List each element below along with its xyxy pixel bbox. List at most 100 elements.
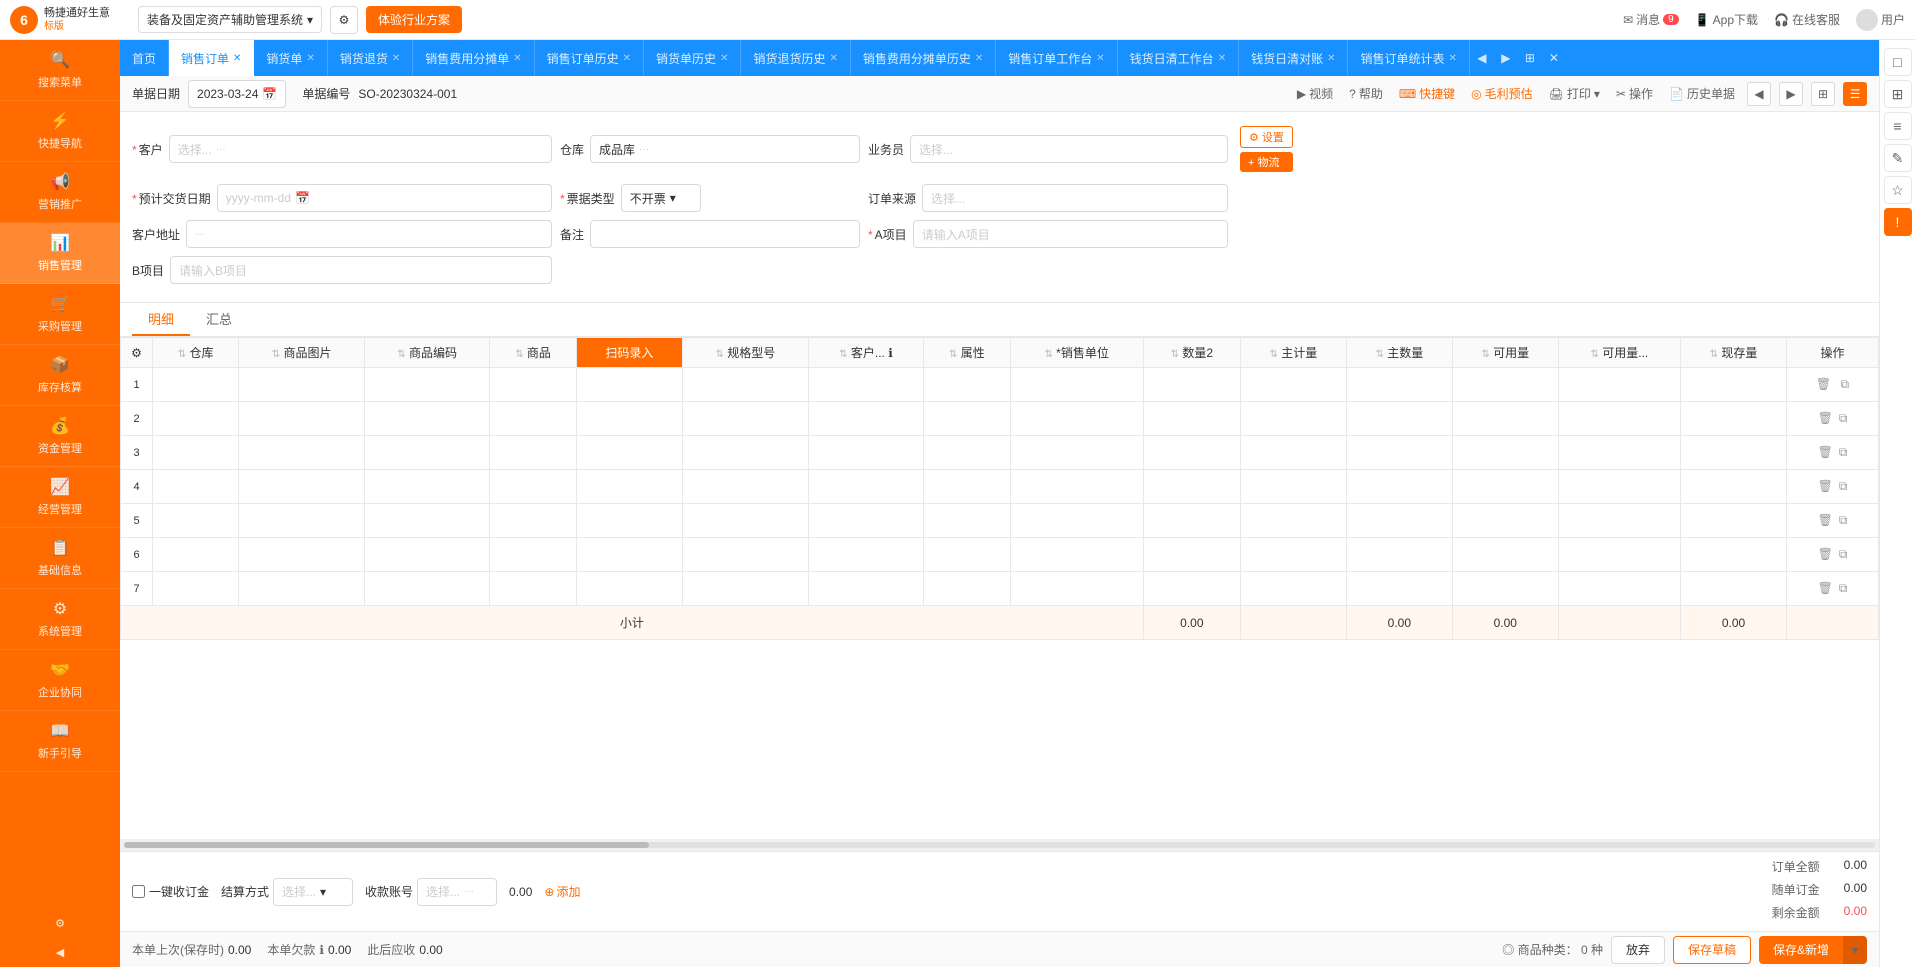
- th-unit[interactable]: ⇅ *销售单位: [1010, 338, 1143, 368]
- row-qty2-1[interactable]: [1143, 368, 1240, 402]
- delete-row-icon[interactable]: 🗑: [1816, 377, 1831, 391]
- tab-close-icon[interactable]: ✕: [1096, 53, 1104, 64]
- tab-close-icon[interactable]: ✕: [1218, 53, 1226, 64]
- row-image-1[interactable]: [239, 368, 365, 402]
- sidebar-item-inventory[interactable]: 📦 库存核算: [0, 345, 120, 406]
- tab-close-icon[interactable]: ✕: [623, 53, 631, 64]
- one-click-checkbox[interactable]: [132, 885, 145, 898]
- copy-row-icon[interactable]: ⧉: [1841, 377, 1850, 391]
- setup-button[interactable]: ⚙ 设置: [1240, 126, 1293, 148]
- th-scan[interactable]: 扫码录入: [576, 338, 682, 368]
- row-customer-code-1[interactable]: [808, 368, 924, 402]
- right-panel-icon-2[interactable]: ⊞: [1884, 80, 1912, 108]
- list-view-button[interactable]: ☰: [1843, 82, 1867, 106]
- tab-expand-button[interactable]: ⊞: [1518, 40, 1542, 76]
- th-qty2[interactable]: ⇅ 数量2: [1143, 338, 1240, 368]
- delete-row-icon[interactable]: 🗑: [1818, 445, 1833, 459]
- copy-row-icon[interactable]: ⧉: [1839, 411, 1848, 425]
- th-customer-code[interactable]: ⇅ 客户... ℹ: [808, 338, 924, 368]
- operation-button[interactable]: ✂ 操作: [1612, 83, 1657, 104]
- shortcut-button[interactable]: ⌨ 快捷键: [1395, 83, 1459, 104]
- tab-sales-order[interactable]: 销售订单 ✕: [169, 40, 254, 76]
- agent-input[interactable]: 选择...: [910, 135, 1228, 163]
- tab-fee-history[interactable]: 销售费用分摊单历史 ✕: [851, 40, 996, 76]
- tab-close-icon[interactable]: ✕: [513, 53, 521, 64]
- settings-button[interactable]: ⚙: [330, 6, 358, 34]
- print-button[interactable]: 🖨 打印 ▾: [1545, 83, 1604, 104]
- sidebar-item-search[interactable]: 🔍 搜索菜单: [0, 40, 120, 101]
- sidebar-item-purchase[interactable]: 🛒 采购管理: [0, 284, 120, 345]
- th-current[interactable]: ⇅ 现存量: [1681, 338, 1787, 368]
- sidebar-settings-button[interactable]: ⚙: [0, 909, 120, 938]
- copy-row-icon[interactable]: ⧉: [1839, 581, 1848, 595]
- save-new-arrow-button[interactable]: ▾: [1843, 936, 1867, 964]
- message-button[interactable]: ✉ 消息 9: [1623, 11, 1679, 28]
- right-panel-icon-4[interactable]: ✎: [1884, 144, 1912, 172]
- help-button[interactable]: ? 帮助: [1345, 83, 1387, 104]
- copy-row-icon[interactable]: ⧉: [1839, 547, 1848, 561]
- remarks-input[interactable]: [590, 220, 860, 248]
- tab-daily-reconciliation[interactable]: 钱货日清对账 ✕: [1239, 40, 1348, 76]
- sidebar-collapse-button[interactable]: ◀: [0, 938, 120, 967]
- th-main-qty[interactable]: ⇅ 主数量: [1346, 338, 1452, 368]
- tab-sales-fee[interactable]: 销售费用分摊单 ✕: [413, 40, 534, 76]
- delete-row-icon[interactable]: 🗑: [1818, 479, 1833, 493]
- save-new-button[interactable]: 保存&新增: [1759, 936, 1843, 964]
- right-panel-icon-1[interactable]: □: [1884, 48, 1912, 76]
- delete-row-icon[interactable]: 🗑: [1818, 513, 1833, 527]
- sidebar-item-finance[interactable]: 💰 资金管理: [0, 406, 120, 467]
- warehouse-input[interactable]: 成品库 ···: [590, 135, 860, 163]
- tab-close-icon[interactable]: ✕: [829, 53, 837, 64]
- row-unit-1[interactable]: [1010, 368, 1143, 402]
- th-main-unit[interactable]: ⇅ 主计量: [1240, 338, 1346, 368]
- tab-detail[interactable]: 明细: [132, 303, 190, 336]
- customer-address-input[interactable]: ···: [186, 220, 552, 248]
- tab-close-icon[interactable]: ✕: [1449, 53, 1457, 64]
- right-panel-icon-5[interactable]: ☆: [1884, 176, 1912, 204]
- delete-row-icon[interactable]: 🗑: [1818, 581, 1833, 595]
- invoice-select[interactable]: 不开票 ▾: [621, 184, 701, 212]
- sidebar-item-sales[interactable]: 📊 销售管理: [0, 223, 120, 284]
- row-main-unit-1[interactable]: [1240, 368, 1346, 402]
- add-payment-button[interactable]: ⊕ 添加: [544, 883, 580, 900]
- th-product-image[interactable]: ⇅ 商品图片: [239, 338, 365, 368]
- th-spec[interactable]: ⇅ 规格型号: [683, 338, 809, 368]
- one-click-checkbox-label[interactable]: 一键收订金: [132, 883, 209, 900]
- sidebar-item-system[interactable]: ⚙ 系统管理: [0, 589, 120, 650]
- tab-close-icon[interactable]: ✕: [1327, 53, 1335, 64]
- tab-sales-invoice[interactable]: 销货单 ✕: [254, 40, 327, 76]
- grid-view-button[interactable]: ⊞: [1811, 82, 1835, 106]
- industry-button[interactable]: 体验行业方案: [366, 6, 462, 33]
- row-warehouse-1[interactable]: [153, 368, 239, 402]
- save-draft-button[interactable]: 保存草稿: [1673, 936, 1751, 964]
- order-source-input[interactable]: 选择...: [922, 184, 1228, 212]
- account-select[interactable]: 选择... ···: [417, 878, 497, 906]
- delete-row-icon[interactable]: 🗑: [1818, 547, 1833, 561]
- row-available2-1[interactable]: [1558, 368, 1680, 402]
- th-attribute[interactable]: ⇅ 属性: [924, 338, 1010, 368]
- b-project-input[interactable]: 请输入B项目: [170, 256, 552, 284]
- copy-row-icon[interactable]: ⧉: [1839, 513, 1848, 527]
- sidebar-item-base-info[interactable]: 📋 基础信息: [0, 528, 120, 589]
- right-panel-icon-3[interactable]: ≡: [1884, 112, 1912, 140]
- th-settings[interactable]: ⚙: [121, 338, 153, 368]
- tab-invoice-history[interactable]: 销货单历史 ✕: [644, 40, 741, 76]
- row-current-1[interactable]: [1681, 368, 1787, 402]
- customer-input[interactable]: 选择... ···: [169, 135, 552, 163]
- row-attribute-1[interactable]: [924, 368, 1010, 402]
- row-available-1[interactable]: [1452, 368, 1558, 402]
- profit-button[interactable]: ◎ 毛利预估: [1467, 83, 1537, 104]
- user-menu[interactable]: 用户: [1856, 9, 1905, 31]
- delivery-date-input[interactable]: yyyy-mm-dd 📅: [217, 184, 552, 212]
- next-record-button[interactable]: ▶: [1779, 82, 1803, 106]
- copy-row-icon[interactable]: ⧉: [1839, 479, 1848, 493]
- sidebar-item-guide[interactable]: 📖 新手引导: [0, 711, 120, 772]
- row-action-1[interactable]: 🗑 ⧉: [1787, 368, 1879, 402]
- a-project-input[interactable]: 请输入A项目: [913, 220, 1228, 248]
- app-download-link[interactable]: 📱 App下载: [1695, 11, 1758, 28]
- tab-home[interactable]: 首页: [120, 40, 169, 76]
- right-panel-icon-6[interactable]: !: [1884, 208, 1912, 236]
- tab-summary[interactable]: 汇总: [190, 303, 248, 336]
- system-selector[interactable]: 装备及固定资产辅助管理系统 ▾: [138, 6, 322, 33]
- tab-sales-return[interactable]: 销货退货 ✕: [328, 40, 413, 76]
